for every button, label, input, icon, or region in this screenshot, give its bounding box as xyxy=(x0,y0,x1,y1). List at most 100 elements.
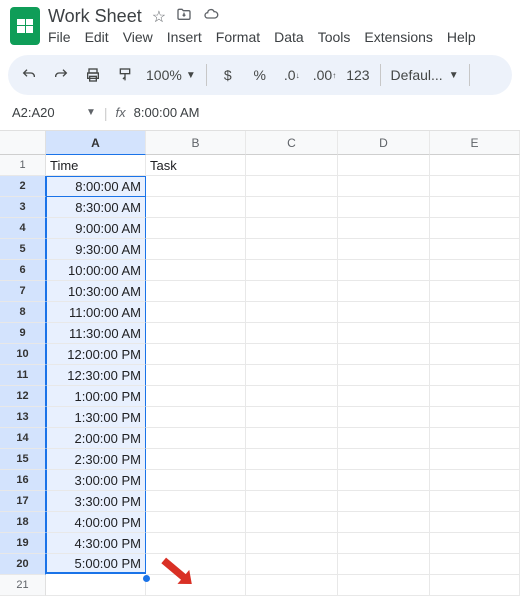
cell-B16[interactable] xyxy=(146,470,246,491)
cell-C15[interactable] xyxy=(246,449,338,470)
row-header-14[interactable]: 14 xyxy=(0,428,46,449)
name-box[interactable]: A2:A20 xyxy=(8,103,78,122)
name-box-dropdown-icon[interactable]: ▼ xyxy=(86,107,96,118)
row-header-10[interactable]: 10 xyxy=(0,344,46,365)
row-header-11[interactable]: 11 xyxy=(0,365,46,386)
cell-B3[interactable] xyxy=(146,197,246,218)
cell-B18[interactable] xyxy=(146,512,246,533)
cell-D5[interactable] xyxy=(338,239,430,260)
font-select[interactable]: Defaul...▼ xyxy=(391,67,459,83)
cell-C1[interactable] xyxy=(246,155,338,176)
cell-B2[interactable] xyxy=(146,176,246,197)
cell-E6[interactable] xyxy=(430,260,520,281)
menu-format[interactable]: Format xyxy=(216,29,260,45)
row-header-16[interactable]: 16 xyxy=(0,470,46,491)
cell-D2[interactable] xyxy=(338,176,430,197)
cell-C19[interactable] xyxy=(246,533,338,554)
cell-E8[interactable] xyxy=(430,302,520,323)
cell-D10[interactable] xyxy=(338,344,430,365)
cell-C17[interactable] xyxy=(246,491,338,512)
row-header-4[interactable]: 4 xyxy=(0,218,46,239)
col-header-D[interactable]: D xyxy=(338,131,430,155)
cell-A8[interactable]: 11:00:00 AM xyxy=(46,302,146,323)
cell-C8[interactable] xyxy=(246,302,338,323)
star-icon[interactable]: ☆ xyxy=(152,7,166,27)
cell-D6[interactable] xyxy=(338,260,430,281)
cell-C10[interactable] xyxy=(246,344,338,365)
increase-decimal-button[interactable]: .00↑ xyxy=(313,62,336,88)
cell-A9[interactable]: 11:30:00 AM xyxy=(46,323,146,344)
cell-B9[interactable] xyxy=(146,323,246,344)
cell-E17[interactable] xyxy=(430,491,520,512)
doc-title[interactable]: Work Sheet xyxy=(48,6,142,27)
cell-B11[interactable] xyxy=(146,365,246,386)
cell-A6[interactable]: 10:00:00 AM xyxy=(46,260,146,281)
row-header-20[interactable]: 20 xyxy=(0,554,46,575)
menu-view[interactable]: View xyxy=(123,29,153,45)
cell-A5[interactable]: 9:30:00 AM xyxy=(46,239,146,260)
col-header-C[interactable]: C xyxy=(246,131,338,155)
cell-C21[interactable] xyxy=(246,575,338,596)
menu-insert[interactable]: Insert xyxy=(167,29,202,45)
cell-C11[interactable] xyxy=(246,365,338,386)
cell-C2[interactable] xyxy=(246,176,338,197)
cell-C6[interactable] xyxy=(246,260,338,281)
cell-E10[interactable] xyxy=(430,344,520,365)
cell-C9[interactable] xyxy=(246,323,338,344)
row-header-13[interactable]: 13 xyxy=(0,407,46,428)
cell-B17[interactable] xyxy=(146,491,246,512)
sheets-logo[interactable] xyxy=(10,7,40,45)
cell-A14[interactable]: 2:00:00 PM xyxy=(46,428,146,449)
cell-C3[interactable] xyxy=(246,197,338,218)
row-header-5[interactable]: 5 xyxy=(0,239,46,260)
cell-A4[interactable]: 9:00:00 AM xyxy=(46,218,146,239)
select-all-corner[interactable] xyxy=(0,131,46,155)
col-header-A[interactable]: A xyxy=(46,131,146,155)
cell-D12[interactable] xyxy=(338,386,430,407)
cell-D16[interactable] xyxy=(338,470,430,491)
print-button[interactable] xyxy=(82,62,104,88)
cell-B13[interactable] xyxy=(146,407,246,428)
cell-E5[interactable] xyxy=(430,239,520,260)
menu-data[interactable]: Data xyxy=(274,29,304,45)
row-header-3[interactable]: 3 xyxy=(0,197,46,218)
undo-button[interactable] xyxy=(18,62,40,88)
cell-A1[interactable]: Time xyxy=(46,155,146,176)
cell-B15[interactable] xyxy=(146,449,246,470)
cell-E21[interactable] xyxy=(430,575,520,596)
decrease-decimal-button[interactable]: .0↓ xyxy=(281,62,303,88)
cell-E13[interactable] xyxy=(430,407,520,428)
cell-E2[interactable] xyxy=(430,176,520,197)
formula-value[interactable]: 8:00:00 AM xyxy=(134,105,200,120)
cell-B8[interactable] xyxy=(146,302,246,323)
cell-A17[interactable]: 3:30:00 PM xyxy=(46,491,146,512)
cell-D13[interactable] xyxy=(338,407,430,428)
cloud-icon[interactable] xyxy=(202,6,220,27)
more-formats-button[interactable]: 123 xyxy=(346,62,369,88)
row-header-19[interactable]: 19 xyxy=(0,533,46,554)
cell-B10[interactable] xyxy=(146,344,246,365)
col-header-B[interactable]: B xyxy=(146,131,246,155)
cell-E1[interactable] xyxy=(430,155,520,176)
cell-C5[interactable] xyxy=(246,239,338,260)
redo-button[interactable] xyxy=(50,62,72,88)
row-header-1[interactable]: 1 xyxy=(0,155,46,176)
cell-E18[interactable] xyxy=(430,512,520,533)
cell-E9[interactable] xyxy=(430,323,520,344)
zoom-select[interactable]: 100%▼ xyxy=(146,67,196,83)
cell-C13[interactable] xyxy=(246,407,338,428)
row-header-9[interactable]: 9 xyxy=(0,323,46,344)
cell-D3[interactable] xyxy=(338,197,430,218)
cell-A11[interactable]: 12:30:00 PM xyxy=(46,365,146,386)
cell-B1[interactable]: Task xyxy=(146,155,246,176)
percent-button[interactable]: % xyxy=(249,62,271,88)
menu-help[interactable]: Help xyxy=(447,29,476,45)
row-header-21[interactable]: 21 xyxy=(0,575,46,596)
cell-D15[interactable] xyxy=(338,449,430,470)
row-header-2[interactable]: 2 xyxy=(0,176,46,197)
cell-D21[interactable] xyxy=(338,575,430,596)
cell-A2[interactable]: 8:00:00 AM xyxy=(46,176,146,197)
cell-A12[interactable]: 1:00:00 PM xyxy=(46,386,146,407)
cell-A20[interactable]: 5:00:00 PM xyxy=(46,554,146,574)
cell-A3[interactable]: 8:30:00 AM xyxy=(46,197,146,218)
